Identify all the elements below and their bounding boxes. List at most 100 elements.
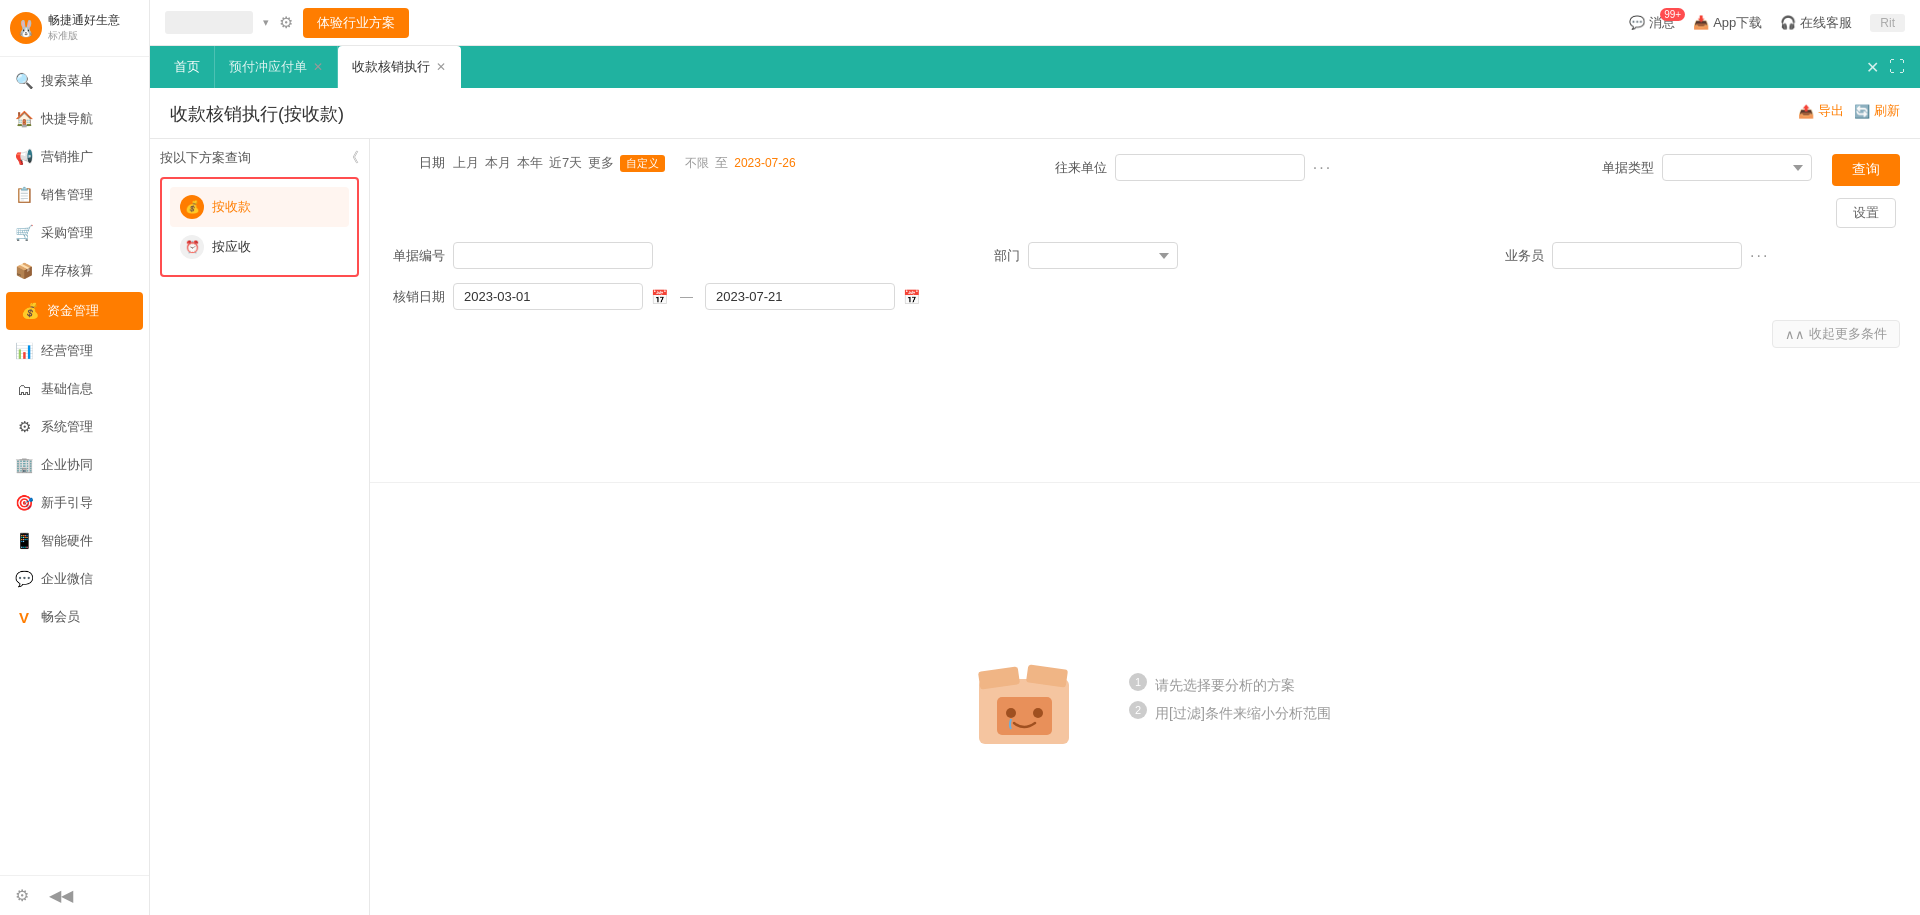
sidebar-item-quicknav[interactable]: 🏠 快捷导航 [0, 100, 149, 138]
user-avatar[interactable]: Rit [1870, 14, 1905, 32]
refresh-icon: 🔄 [1854, 104, 1870, 119]
collapse-icon[interactable]: ◀◀ [49, 886, 73, 905]
sidebar-item-purchase[interactable]: 🛒 采购管理 [0, 214, 149, 252]
sidebar-item-sales[interactable]: 📋 销售管理 [0, 176, 149, 214]
writeoff-date-filter: 核销日期 📅 — 📅 [390, 283, 920, 310]
maximize-icon[interactable]: ⛶ [1889, 58, 1905, 77]
setting-button[interactable]: 设置 [1836, 198, 1896, 228]
tab-home-label: 首页 [174, 58, 200, 76]
calendar-start-icon[interactable]: 📅 [651, 289, 668, 305]
sidebar-item-system[interactable]: ⚙ 系统管理 [0, 408, 149, 446]
right-panel: 日期 上月 本月 本年 近7天 更多 自定义 [370, 139, 1920, 915]
date-custom-tag[interactable]: 自定义 [620, 155, 665, 172]
empty-illustration [959, 639, 1089, 759]
dept-select[interactable] [1028, 242, 1178, 269]
sidebar-item-basic[interactable]: 🗂 基础信息 [0, 370, 149, 408]
sidebar-item-label: 企业微信 [41, 570, 93, 588]
sidebar-item-label: 搜索菜单 [41, 72, 93, 90]
date-this-year[interactable]: 本年 [517, 154, 543, 172]
step-1-num: 1 [1129, 673, 1147, 691]
app-download-item[interactable]: 📥 App下载 [1693, 14, 1762, 32]
operations-icon: 📊 [15, 342, 33, 360]
edition-badge: 标准版 [48, 29, 120, 43]
date-to-text: 至 [715, 154, 728, 172]
messages-item[interactable]: 💬 消息 99+ [1629, 14, 1675, 32]
system-icon: ⚙ [15, 418, 33, 436]
empty-step-2-label: 用[过滤]条件来缩小分析范围 [1155, 699, 1331, 727]
calendar-end-icon[interactable]: 📅 [903, 289, 920, 305]
salesperson-filter: 业务员 ··· [1489, 242, 1780, 269]
refresh-label: 刷新 [1874, 102, 1900, 120]
panel-title: 按以下方案查询 [160, 149, 251, 167]
search-icon: 🔍 [15, 72, 33, 90]
query-item-by-receivable[interactable]: ⏰ 按应收 [170, 227, 349, 267]
query-item-by-receipt[interactable]: 💰 按收款 [170, 187, 349, 227]
page-header: 收款核销执行(按收款) 📤 导出 🔄 刷新 [150, 88, 1920, 139]
tab-bar-right: ✕ ⛶ [1866, 58, 1905, 77]
sidebar-item-enterprise[interactable]: 🏢 企业协同 [0, 446, 149, 484]
date-7days[interactable]: 近7天 [549, 154, 582, 172]
export-button[interactable]: 📤 导出 [1798, 102, 1844, 120]
empty-text: 1 请先选择要分析的方案 2 用[过滤]条件来缩小分析范围 [1129, 671, 1331, 727]
date-more[interactable]: 更多 [588, 154, 614, 172]
doc-no-label: 单据编号 [390, 247, 445, 265]
writeoff-date-end[interactable] [705, 283, 895, 310]
date-label: 日期 [390, 154, 445, 172]
sidebar-item-hardware[interactable]: 📱 智能硬件 [0, 522, 149, 560]
tab-collection-close-icon[interactable]: ✕ [436, 60, 446, 74]
collapse-button[interactable]: ∧∧ 收起更多条件 [1772, 320, 1900, 348]
panel-collapse-icon[interactable]: 《 [345, 149, 359, 167]
doc-type-select[interactable] [1662, 154, 1812, 181]
settings-icon[interactable]: ⚙ [15, 886, 29, 905]
online-service-item[interactable]: 🎧 在线客服 [1780, 14, 1852, 32]
doc-type-filter: 单据类型 [1599, 154, 1812, 181]
sidebar-item-operations[interactable]: 📊 经营管理 [0, 332, 149, 370]
member-icon: V [15, 609, 33, 626]
sidebar-item-search[interactable]: 🔍 搜索菜单 [0, 62, 149, 100]
dropdown-icon[interactable]: ▾ [263, 16, 269, 29]
salesperson-input[interactable] [1552, 242, 1742, 269]
date-shortcuts: 上月 本月 本年 近7天 更多 自定义 [453, 154, 665, 172]
headset-icon: 🎧 [1780, 15, 1796, 30]
tab-collection[interactable]: 收款核销执行 ✕ [338, 46, 461, 88]
svg-point-5 [1033, 708, 1043, 718]
empty-step-2: 2 用[过滤]条件来缩小分析范围 [1129, 699, 1331, 727]
query-button[interactable]: 查询 [1832, 154, 1900, 186]
enterprise-icon: 🏢 [15, 456, 33, 474]
tab-home[interactable]: 首页 [160, 46, 215, 88]
date-this-month[interactable]: 本月 [485, 154, 511, 172]
tab-prepaid[interactable]: 预付冲应付单 ✕ [215, 46, 338, 88]
filter-row-2: 单据编号 部门 业务员 [390, 242, 1900, 269]
sidebar-item-label: 经营管理 [41, 342, 93, 360]
close-all-icon[interactable]: ✕ [1866, 58, 1879, 77]
main-area: ▾ ⚙ 体验行业方案 💬 消息 99+ 📥 App下载 🎧 在线客服 Rit [150, 0, 1920, 915]
counterparty-label: 往来单位 [1052, 159, 1107, 177]
counterparty-filter: 往来单位 ··· [1052, 154, 1343, 181]
sidebar-menu: 🔍 搜索菜单 🏠 快捷导航 📢 营销推广 📋 销售管理 🛒 采购管理 📦 库存核… [0, 57, 149, 875]
sidebar-item-marketing[interactable]: 📢 营销推广 [0, 138, 149, 176]
receipt-icon: 💰 [180, 195, 204, 219]
sidebar-item-inventory[interactable]: 📦 库存核算 [0, 252, 149, 290]
counterparty-dots-icon[interactable]: ··· [1313, 159, 1343, 177]
tab-prepaid-close-icon[interactable]: ✕ [313, 60, 323, 74]
content-area: 收款核销执行(按收款) 📤 导出 🔄 刷新 按以下方案查询 《 [150, 88, 1920, 915]
gear-icon[interactable]: ⚙ [279, 13, 293, 32]
date-last-month[interactable]: 上月 [453, 154, 479, 172]
sidebar-item-guide[interactable]: 🎯 新手引导 [0, 484, 149, 522]
company-name [165, 11, 253, 34]
svg-rect-3 [997, 697, 1052, 735]
sidebar-item-member[interactable]: V 畅会员 [0, 598, 149, 636]
refresh-button[interactable]: 🔄 刷新 [1854, 102, 1900, 120]
writeoff-date-start[interactable] [453, 283, 643, 310]
counterparty-input[interactable] [1115, 154, 1305, 181]
sidebar-item-label: 畅会员 [41, 608, 80, 626]
brand-name: 畅捷通好生意 [48, 13, 120, 29]
doc-no-input[interactable] [453, 242, 653, 269]
collapse-row: ∧∧ 收起更多条件 [390, 320, 1900, 348]
salesperson-dots-icon[interactable]: ··· [1750, 247, 1780, 265]
industry-button[interactable]: 体验行业方案 [303, 8, 409, 38]
sidebar-item-wechat[interactable]: 💬 企业微信 [0, 560, 149, 598]
sidebar-item-finance[interactable]: 💰 资金管理 [6, 292, 143, 330]
receivable-icon: ⏰ [180, 235, 204, 259]
filter-row-1: 日期 上月 本月 本年 近7天 更多 自定义 [390, 154, 1900, 228]
